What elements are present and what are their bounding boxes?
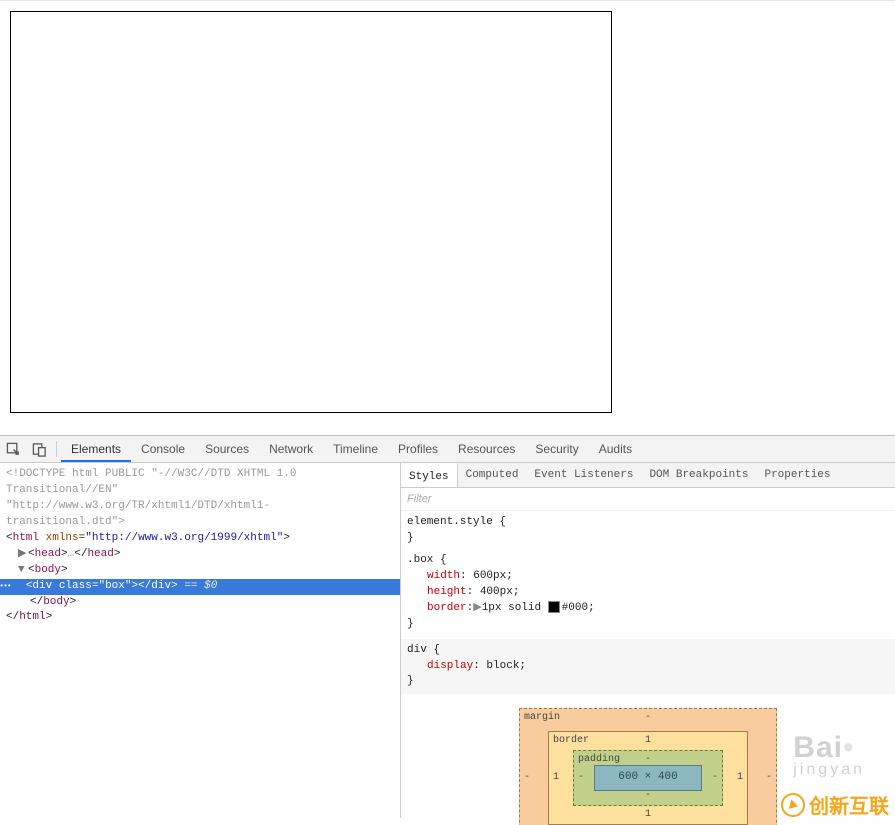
body-open[interactable]: ▼<body> [6, 563, 394, 579]
tab-audits[interactable]: Audits [589, 436, 642, 462]
selector-text: .box { [407, 553, 889, 569]
tab-security[interactable]: Security [525, 436, 588, 462]
element-style-rule[interactable]: element.style { } [407, 515, 889, 547]
tab-styles[interactable]: Styles [401, 463, 458, 487]
border-left: 1 [553, 771, 559, 786]
selected-class-value: box [105, 580, 125, 592]
eq-dollar-zero: == $0 [178, 580, 218, 592]
selected-div[interactable]: <div class="box"></div> == $0 [0, 579, 400, 595]
box-model-diagram[interactable]: margin - - - - border 1 1 1 1 padding [407, 694, 889, 825]
border-right: 1 [737, 771, 743, 786]
content-size: 600 × 400 [594, 765, 702, 791]
border-label: border [553, 734, 589, 749]
head-node[interactable]: ▶<head>…</head> [6, 547, 394, 563]
html-close[interactable]: </html> [6, 610, 394, 626]
prop-name: border [427, 602, 467, 614]
tab-elements[interactable]: Elements [61, 436, 131, 462]
page-preview [0, 0, 895, 435]
prop-value: 400px; [480, 586, 520, 598]
styles-pane: Styles Computed Event Listeners DOM Brea… [401, 463, 895, 818]
prop-value: block; [486, 660, 526, 672]
tab-event-listeners[interactable]: Event Listeners [526, 463, 641, 487]
tab-properties[interactable]: Properties [756, 463, 838, 487]
tab-profiles[interactable]: Profiles [388, 436, 448, 462]
padding-left: - [578, 771, 584, 786]
devtools-tabs: Elements Console Sources Network Timelin… [61, 436, 642, 462]
margin-top: - [645, 711, 651, 726]
box-element[interactable] [10, 11, 612, 413]
prop-name: display [427, 660, 473, 672]
tab-computed[interactable]: Computed [458, 463, 527, 487]
doctype-line: Transitional//EN" [6, 483, 394, 499]
tab-console[interactable]: Console [131, 436, 195, 462]
tab-network[interactable]: Network [259, 436, 323, 462]
element-picker-icon[interactable] [0, 436, 26, 462]
color-swatch-icon[interactable] [548, 601, 560, 613]
doctype-line: <!DOCTYPE html PUBLIC "-//W3C//DTD XHTML… [6, 467, 394, 483]
doctype-line: "http://www.w3.org/TR/xhtml1/DTD/xhtml1- [6, 499, 394, 515]
padding-right: - [712, 771, 718, 786]
tab-dom-breakpoints[interactable]: DOM Breakpoints [641, 463, 756, 487]
css-declaration[interactable]: height: 400px; [407, 585, 889, 601]
style-rules: element.style { } .box { width: 600px; h… [401, 511, 895, 825]
devtools-toolbar: Elements Console Sources Network Timelin… [0, 436, 895, 463]
prop-value: 1px solid [482, 602, 548, 614]
prop-color: #000; [562, 602, 595, 614]
css-declaration[interactable]: width: 600px; [407, 569, 889, 585]
dom-tree[interactable]: <!DOCTYPE html PUBLIC "-//W3C//DTD XHTML… [0, 463, 401, 818]
devtools-panel: Elements Console Sources Network Timelin… [0, 435, 895, 818]
selector-text: element.style { [407, 515, 889, 531]
styles-tabs: Styles Computed Event Listeners DOM Brea… [401, 463, 895, 488]
tab-timeline[interactable]: Timeline [323, 436, 388, 462]
border-top: 1 [645, 734, 651, 749]
xmlns-value: http://www.w3.org/1999/xhtml [92, 532, 277, 544]
prop-value: 600px; [473, 570, 513, 582]
devtools-split: <!DOCTYPE html PUBLIC "-//W3C//DTD XHTML… [0, 463, 895, 818]
styles-filter[interactable]: Filter [401, 488, 895, 511]
tab-sources[interactable]: Sources [195, 436, 259, 462]
css-declaration[interactable]: border:▶1px solid #000; [407, 601, 889, 617]
tab-resources[interactable]: Resources [448, 436, 525, 462]
css-declaration[interactable]: display: block; [407, 659, 889, 675]
body-close[interactable]: </body> [6, 595, 394, 611]
border-bottom: 1 [645, 808, 651, 823]
margin-left: - [524, 771, 530, 786]
margin-right: - [766, 771, 772, 786]
selector-text: div { [407, 643, 889, 659]
prop-name: height [427, 586, 467, 598]
prop-name: width [427, 570, 460, 582]
div-rule[interactable]: div { display: block; } [401, 639, 895, 695]
device-toggle-icon[interactable] [26, 436, 52, 462]
html-open[interactable]: <html xmlns="http://www.w3.org/1999/xhtm… [6, 531, 394, 547]
box-rule[interactable]: .box { width: 600px; height: 400px; bord… [407, 553, 889, 633]
head-ellipsis: … [68, 548, 75, 560]
doctype-line: transitional.dtd"> [6, 515, 394, 531]
toolbar-divider [56, 441, 57, 457]
margin-label: margin [524, 711, 560, 726]
